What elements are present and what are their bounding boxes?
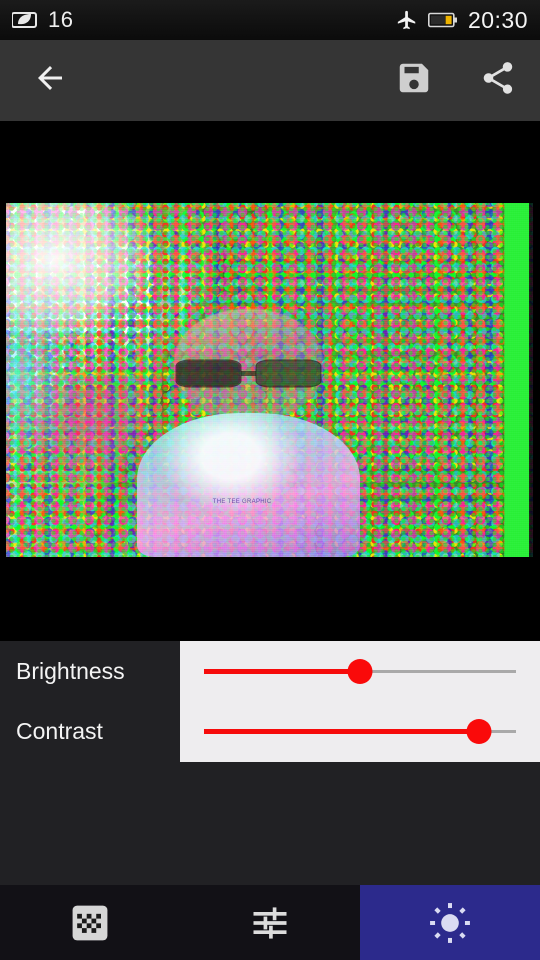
- brightness-slider-thumb[interactable]: [347, 658, 373, 684]
- adjustment-row-contrast-label: Contrast: [0, 702, 180, 763]
- notification-count: 16: [48, 7, 74, 32]
- share-button[interactable]: [456, 40, 540, 121]
- battery-icon: [427, 11, 458, 29]
- save-button[interactable]: [372, 40, 456, 121]
- brightness-label: Brightness: [16, 657, 125, 684]
- status-bar-left: 16: [11, 7, 74, 33]
- photo-editor-screen: 16 20:30 Brightness Contrast: [0, 0, 540, 960]
- bottom-tab-bar: [0, 885, 540, 960]
- contrast-slider-fill: [204, 729, 479, 735]
- share-icon: [479, 59, 517, 102]
- contrast-label: Contrast: [16, 718, 103, 745]
- sun-brightness-icon: [427, 900, 473, 946]
- contrast-slider[interactable]: [204, 702, 516, 763]
- action-bar: [0, 40, 540, 121]
- empty-workspace-area: [0, 762, 540, 885]
- contrast-slider-thumb[interactable]: [466, 719, 492, 745]
- back-button[interactable]: [8, 40, 92, 121]
- checkerboard-grid-icon: [68, 901, 112, 945]
- eco-battery-icon: [11, 10, 40, 30]
- status-bar-clock: 20:30: [467, 6, 528, 33]
- tab-brightness[interactable]: [360, 885, 540, 960]
- adjustment-label-column: Brightness Contrast: [0, 641, 180, 762]
- brightness-slider-fill: [204, 668, 360, 674]
- airplane-mode-icon: [396, 9, 418, 31]
- back-arrow-icon: [32, 60, 68, 101]
- photo-layer-grain: [6, 203, 533, 557]
- adjustment-panel: Brightness Contrast: [0, 641, 540, 762]
- tune-sliders-icon: [248, 901, 292, 945]
- brightness-slider[interactable]: [204, 641, 516, 702]
- tab-effects[interactable]: [0, 885, 180, 960]
- save-floppy-icon: [395, 59, 433, 102]
- adjustment-row-brightness-label: Brightness: [0, 641, 180, 702]
- photo-canvas[interactable]: THE TEE GRAPHIC: [0, 121, 540, 641]
- edited-photo[interactable]: THE TEE GRAPHIC: [6, 203, 533, 557]
- status-bar: 16 20:30: [0, 0, 540, 40]
- adjustment-slider-column: [180, 641, 540, 762]
- status-bar-right: 20:30: [396, 7, 528, 34]
- tab-tune[interactable]: [180, 885, 360, 960]
